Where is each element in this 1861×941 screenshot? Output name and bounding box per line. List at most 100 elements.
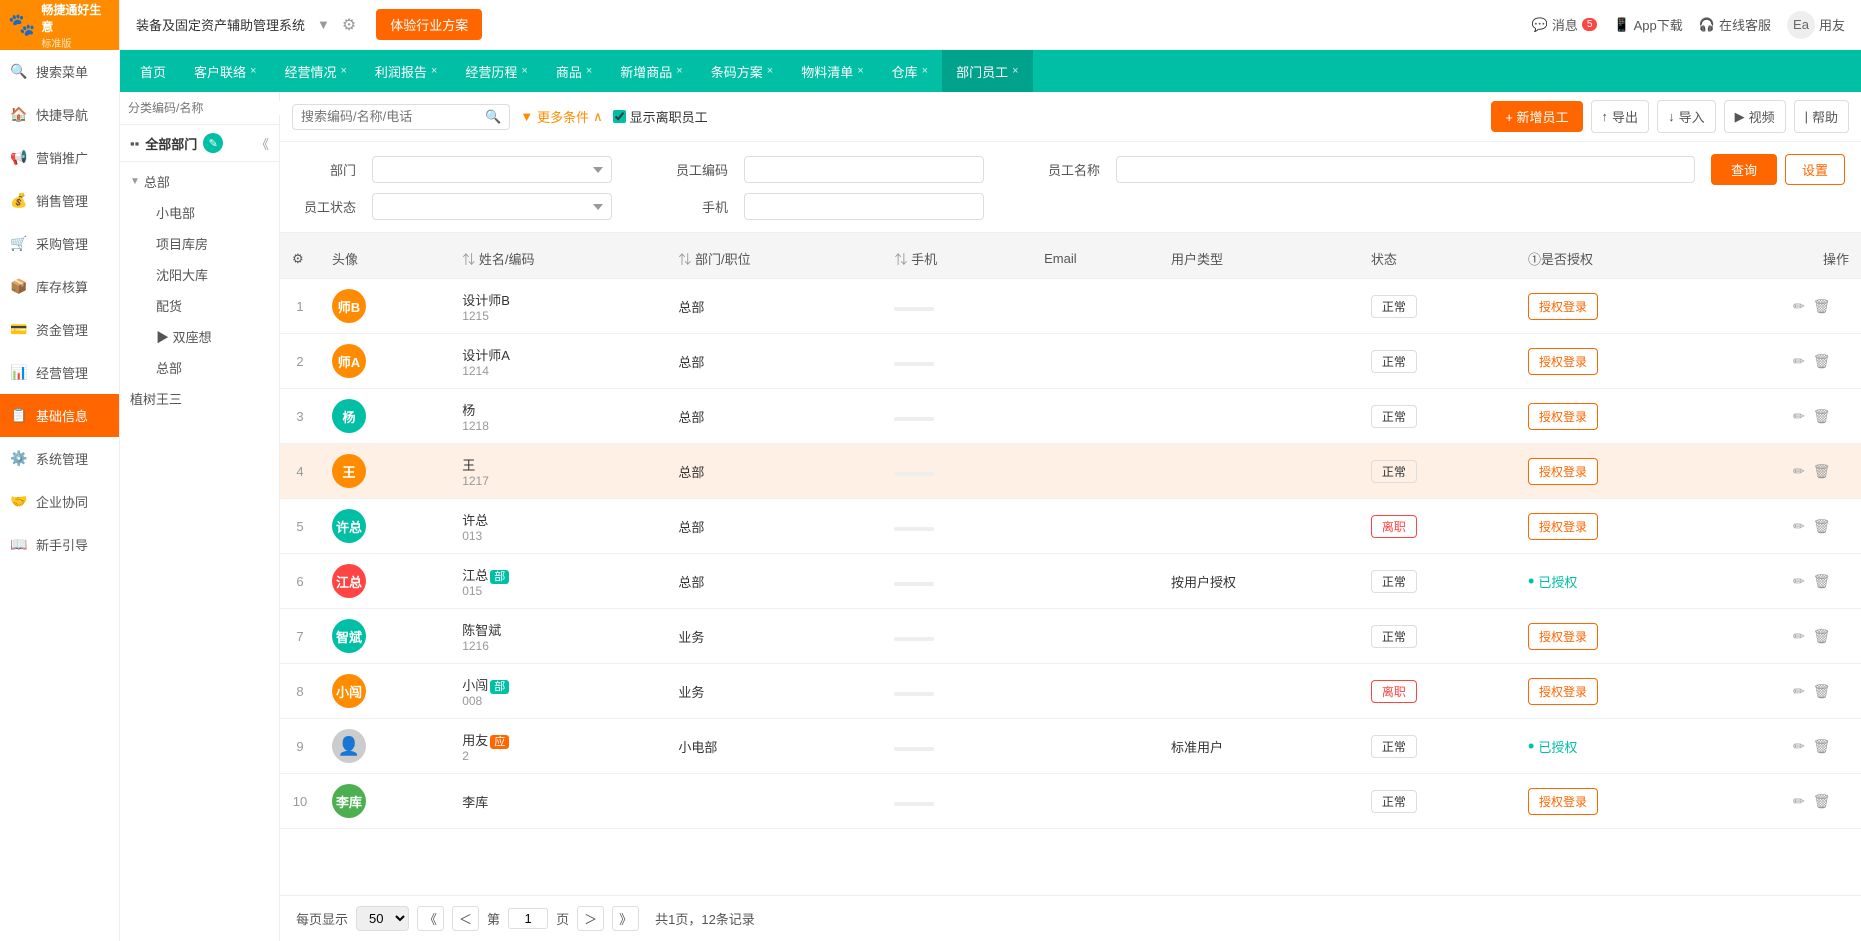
dept-node-general[interactable]: ▼ 总部 [120, 166, 279, 197]
topbar-gear[interactable]: ⚙ [342, 15, 356, 35]
dept-node-hq[interactable]: 总部 [144, 352, 279, 383]
tab-close[interactable]: × [340, 65, 346, 77]
auth-btn[interactable]: 授权登录 [1528, 293, 1598, 320]
first-page-btn[interactable]: 《 [417, 906, 444, 931]
view-btn[interactable]: ▶ 视频 [1724, 100, 1786, 133]
auth-btn[interactable]: 授权登录 [1528, 348, 1598, 375]
prev-page-btn[interactable]: ＜ [452, 906, 479, 931]
dept-node-delivery[interactable]: 配货 [144, 290, 279, 321]
tab-close[interactable]: × [250, 65, 256, 77]
sidebar-item-quick[interactable]: 🏠快捷导航 [0, 93, 119, 136]
add-employee-btn[interactable]: + 新增员工 [1491, 101, 1582, 132]
edit-btn[interactable]: ✏ [1793, 463, 1805, 480]
page-number-input[interactable] [508, 908, 548, 929]
edit-btn[interactable]: ✏ [1793, 353, 1805, 370]
tab-customer[interactable]: 客户联络× [180, 50, 270, 92]
emp-name-input[interactable] [1116, 156, 1695, 183]
col-phone[interactable]: ⇅ 手机 [882, 239, 1032, 279]
tab-new-goods[interactable]: 新增商品× [606, 50, 696, 92]
edit-btn[interactable]: ✏ [1793, 793, 1805, 810]
tab-history[interactable]: 经营历程× [451, 50, 541, 92]
tab-dept-staff[interactable]: 部门员工× [942, 50, 1032, 92]
edit-btn[interactable]: ✏ [1793, 683, 1805, 700]
emp-status-select[interactable] [372, 193, 612, 220]
search-input[interactable] [301, 109, 481, 124]
auth-btn[interactable]: 授权登录 [1528, 513, 1598, 540]
delete-btn[interactable]: 🗑 [1813, 463, 1831, 480]
sidebar-item-inventory[interactable]: 📦库存核算 [0, 265, 119, 308]
auth-btn[interactable]: 授权登录 [1528, 623, 1598, 650]
help-btn[interactable]: | 帮助 [1794, 100, 1849, 133]
delete-btn[interactable]: 🗑 [1813, 573, 1831, 590]
dept-collapse-btn[interactable]: 《 [256, 134, 269, 153]
edit-btn[interactable]: ✏ [1793, 573, 1805, 590]
tab-close[interactable]: × [767, 65, 773, 77]
tab-close[interactable]: × [521, 65, 527, 77]
dept-search-input[interactable] [128, 101, 283, 115]
sidebar-item-operation[interactable]: 📊经营管理 [0, 351, 119, 394]
tab-close[interactable]: × [857, 65, 863, 77]
edit-btn[interactable]: ✏ [1793, 518, 1805, 535]
col-name[interactable]: ⇅ 姓名/编码 [450, 239, 666, 279]
search-btn[interactable]: 查询 [1711, 154, 1777, 185]
delete-btn[interactable]: 🗑 [1813, 628, 1831, 645]
per-page-select[interactable]: 50 [356, 906, 409, 931]
auth-btn[interactable]: 授权登录 [1528, 678, 1598, 705]
tab-warehouse[interactable]: 仓库× [878, 50, 942, 92]
filter-btn[interactable]: ▼ 更多条件 ∧ [520, 107, 602, 126]
dept-select[interactable] [372, 156, 612, 183]
last-page-btn[interactable]: 》 [612, 906, 639, 931]
next-page-btn[interactable]: ＞ [577, 906, 604, 931]
sidebar-item-finance[interactable]: 💳资金管理 [0, 308, 119, 351]
dept-node-plant[interactable]: 植树王三 [120, 383, 279, 414]
delete-btn[interactable]: 🗑 [1813, 683, 1831, 700]
tab-goods[interactable]: 商品× [542, 50, 606, 92]
dept-node-double[interactable]: ▶ 双座想 [144, 321, 279, 352]
tab-home[interactable]: 首页 [126, 50, 180, 92]
col-settings[interactable]: ⚙ [280, 239, 320, 279]
edit-btn[interactable]: ✏ [1793, 738, 1805, 755]
tab-bom[interactable]: 物料清单× [787, 50, 877, 92]
delete-btn[interactable]: 🗑 [1813, 298, 1831, 315]
show-resigned-checkbox[interactable] [613, 110, 626, 123]
tab-operation[interactable]: 经营情况× [270, 50, 360, 92]
sidebar-item-system[interactable]: ⚙️系统管理 [0, 437, 119, 480]
online-service-btn[interactable]: 🎧 在线客服 [1699, 15, 1771, 34]
edit-btn[interactable]: ✏ [1793, 628, 1805, 645]
col-dept[interactable]: ⇅ 部门/职位 [666, 239, 882, 279]
delete-btn[interactable]: 🗑 [1813, 353, 1831, 370]
dept-node-small-elec[interactable]: 小电部 [144, 197, 279, 228]
import-btn[interactable]: ↓ 导入 [1657, 100, 1716, 133]
delete-btn[interactable]: 🗑 [1813, 793, 1831, 810]
dept-edit-btn[interactable]: ✎ [203, 133, 223, 153]
tab-close[interactable]: × [1012, 65, 1018, 77]
sidebar-item-sales[interactable]: 💰销售管理 [0, 179, 119, 222]
delete-btn[interactable]: 🗑 [1813, 408, 1831, 425]
sidebar-item-marketing[interactable]: 📢营销推广 [0, 136, 119, 179]
tab-close[interactable]: × [676, 65, 682, 77]
tab-close[interactable]: × [922, 65, 928, 77]
delete-btn[interactable]: 🗑 [1813, 738, 1831, 755]
tab-profit[interactable]: 利润报告× [361, 50, 451, 92]
message-btn[interactable]: 💬 消息 5 [1532, 15, 1598, 34]
set-btn[interactable]: 设置 [1785, 154, 1845, 185]
show-resigned[interactable]: 显示离职员工 [613, 107, 708, 126]
emp-code-input[interactable] [744, 156, 984, 183]
dept-node-project[interactable]: 项目库房 [144, 228, 279, 259]
sidebar-item-purchase[interactable]: 🛒采购管理 [0, 222, 119, 265]
tab-barcode[interactable]: 条码方案× [697, 50, 787, 92]
export-btn[interactable]: ↑ 导出 [1591, 100, 1650, 133]
sidebar-item-basic[interactable]: 📋基础信息 [0, 394, 119, 437]
phone-input[interactable] [744, 193, 984, 220]
auth-btn[interactable]: 授权登录 [1528, 403, 1598, 430]
edit-btn[interactable]: ✏ [1793, 298, 1805, 315]
tab-close[interactable]: × [586, 65, 592, 77]
sidebar-item-search[interactable]: 🔍搜索菜单 [0, 50, 119, 93]
auth-btn[interactable]: 授权登录 [1528, 458, 1598, 485]
tab-close[interactable]: × [431, 65, 437, 77]
edit-btn[interactable]: ✏ [1793, 408, 1805, 425]
app-download-btn[interactable]: 📱 App下载 [1613, 15, 1682, 34]
sidebar-item-collab[interactable]: 🤝企业协同 [0, 480, 119, 523]
try-btn[interactable]: 体验行业方案 [376, 9, 482, 40]
auth-btn[interactable]: 授权登录 [1528, 788, 1598, 815]
